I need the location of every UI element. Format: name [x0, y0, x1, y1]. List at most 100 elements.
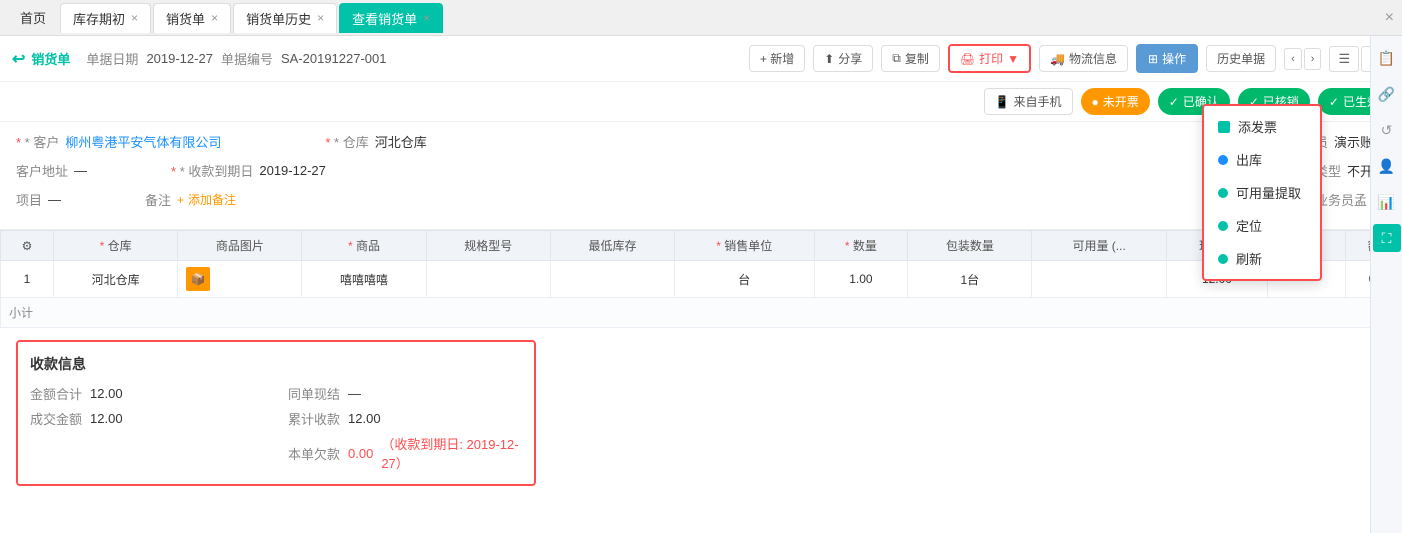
- add-note-button[interactable]: + 添加备注: [177, 191, 236, 208]
- share-label: 分享: [838, 50, 862, 67]
- tab-sales-history-label: 销货单历史: [246, 9, 311, 28]
- table-container: ⚙ 仓库 商品图片 商品 规格型号 最低库存 销售单位 数量 包装数量 可用量 …: [0, 229, 1402, 328]
- owed-row: 本单欠款 0.00 （收款到期日: 2019-12-27）: [288, 434, 522, 472]
- address-field: 客户地址 —: [16, 161, 87, 180]
- dropdown-locate[interactable]: 定位: [1204, 209, 1320, 242]
- outbound-label: 出库: [1236, 150, 1262, 169]
- mobile-status[interactable]: 📱 来自手机: [984, 88, 1073, 115]
- sidebar-icon-expand[interactable]: ⛶: [1373, 224, 1401, 252]
- print-button[interactable]: 🖨 打印 ▼: [948, 44, 1031, 73]
- print-label: 打印: [979, 50, 1003, 67]
- tab-inventory[interactable]: 库存期初 ×: [60, 3, 151, 33]
- row-warehouse: 河北仓库: [54, 261, 178, 298]
- tab-view-sales[interactable]: 查看销货单 ×: [339, 3, 443, 33]
- outbound-icon: [1218, 155, 1228, 165]
- new-button[interactable]: + 新增: [749, 45, 805, 72]
- date-label: 单据日期: [86, 49, 138, 68]
- refresh-label: 刷新: [1236, 249, 1262, 268]
- row-unit: 台: [675, 261, 815, 298]
- project-label: 项目: [16, 190, 42, 209]
- dropdown-add-invoice[interactable]: 添发票: [1204, 110, 1320, 143]
- logistics-icon: 🚚: [1050, 52, 1065, 66]
- row-pkg-qty: 1台: [908, 261, 1032, 298]
- dropdown-available[interactable]: 可用量提取: [1204, 176, 1320, 209]
- share-icon: ⬆: [824, 52, 834, 66]
- logistics-button[interactable]: 🚚 物流信息: [1039, 45, 1128, 72]
- add-invoice-icon: [1218, 121, 1230, 133]
- owed-note: （收款到期日: 2019-12-27）: [381, 434, 522, 472]
- transaction-row: 成交金额 12.00: [30, 409, 264, 428]
- transaction-value: 12.00: [90, 411, 123, 426]
- warehouse-label: * 仓库: [325, 132, 368, 151]
- not-open-status[interactable]: ● 未开票: [1081, 88, 1150, 115]
- share-button[interactable]: ⬆ 分享: [813, 45, 873, 72]
- ops-button[interactable]: ⊞ 操作: [1136, 44, 1198, 73]
- table-row: 1 河北仓库 📦 嘻嘻嘻嘻 台 1.00 1台 12.00: [1, 261, 1402, 298]
- row-product: 嘻嘻嘻嘻: [302, 261, 426, 298]
- row-index: 1: [1, 261, 54, 298]
- doc-title-area: ↩ 销货单: [12, 49, 70, 69]
- payment-grid: 金额合计 12.00 同单现结 — 成交金额 12.00 累计收款 12.00 …: [30, 384, 522, 472]
- dropdown-outbound[interactable]: 出库: [1204, 143, 1320, 176]
- history-button[interactable]: 历史单据: [1206, 45, 1276, 72]
- col-spec: 规格型号: [426, 231, 550, 261]
- nav-arrows: ‹ ›: [1284, 48, 1321, 70]
- form-row-2: 客户地址 — * 收款到期日 2019-12-27 * 票据类型 不开票: [16, 161, 1386, 180]
- customer-label: * 客户: [16, 132, 59, 151]
- customer-value[interactable]: 柳州粤港平安气体有限公司: [65, 132, 221, 151]
- row-qty: 1.00: [814, 261, 908, 298]
- warehouse-field: * 仓库 河北仓库: [325, 132, 426, 151]
- sidebar-icon-4[interactable]: 👤: [1373, 152, 1401, 180]
- payment-title: 收款信息: [30, 354, 522, 374]
- product-table: ⚙ 仓库 商品图片 商品 规格型号 最低库存 销售单位 数量 包装数量 可用量 …: [0, 230, 1402, 328]
- doc-actions: + 新增 ⬆ 分享 ⧉ 复制 🖨 打印 ▼ 🚚 物流信息 ⊞ 操作: [749, 44, 1390, 73]
- available-icon: [1218, 188, 1228, 198]
- tab-sales-history[interactable]: 销货单历史 ×: [233, 3, 337, 33]
- ops-grid-icon: ⊞: [1148, 52, 1158, 66]
- subtotal-label: 小计: [1, 298, 1402, 328]
- payment-date-field: * 收款到期日 2019-12-27: [171, 161, 326, 180]
- form-row-1: * 客户 柳州粤港平安气体有限公司 * 仓库 河北仓库 业务员 演示账号: [16, 132, 1386, 151]
- window-close-icon[interactable]: ×: [1385, 9, 1394, 27]
- tab-view-sales-close[interactable]: ×: [423, 11, 430, 25]
- product-thumbnail: 📦: [186, 267, 210, 291]
- same-order-row: 同单现结 —: [288, 384, 522, 403]
- payment-date-label: * 收款到期日: [171, 161, 253, 180]
- prev-button[interactable]: ‹: [1284, 48, 1302, 70]
- list-view-button[interactable]: ☰: [1329, 46, 1359, 72]
- sidebar-icon-1[interactable]: 📋: [1373, 44, 1401, 72]
- doc-no-value: SA-20191227-001: [281, 51, 387, 66]
- col-image: 商品图片: [178, 231, 302, 261]
- sidebar-icon-2[interactable]: 🔗: [1373, 80, 1401, 108]
- tab-sales-close[interactable]: ×: [211, 11, 218, 25]
- copy-label: 复制: [905, 50, 929, 67]
- dropdown-refresh[interactable]: 刷新: [1204, 242, 1320, 275]
- col-qty: 数量: [814, 231, 908, 261]
- not-open-label: 未开票: [1103, 93, 1139, 110]
- owed-label: 本单欠款: [288, 444, 340, 463]
- next-button[interactable]: ›: [1304, 48, 1322, 70]
- amount-label: 金额合计: [30, 384, 82, 403]
- cumulative-row: 累计收款 12.00: [288, 409, 522, 428]
- mobile-label: 来自手机: [1013, 93, 1061, 110]
- form-area: * 客户 柳州粤港平安气体有限公司 * 仓库 河北仓库 业务员 演示账号 客户地…: [0, 122, 1402, 229]
- sidebar-icon-3[interactable]: ↺: [1373, 116, 1401, 144]
- doc-header: ↩ 销货单 单据日期 2019-12-27 单据编号 SA-20191227-0…: [0, 36, 1402, 82]
- tab-inventory-close[interactable]: ×: [131, 11, 138, 25]
- tab-view-sales-label: 查看销货单: [352, 9, 417, 28]
- col-unit: 销售单位: [675, 231, 815, 261]
- sidebar-icon-5[interactable]: 📊: [1373, 188, 1401, 216]
- copy-icon: ⧉: [892, 51, 901, 66]
- col-gear[interactable]: ⚙: [1, 231, 54, 261]
- copy-button[interactable]: ⧉ 复制: [881, 45, 940, 72]
- row-spec: [426, 261, 550, 298]
- same-order-label: 同单现结: [288, 384, 340, 403]
- project-field: 项目 —: [16, 190, 61, 209]
- tab-home[interactable]: 首页: [8, 2, 58, 33]
- locate-label: 定位: [1236, 216, 1262, 235]
- locate-icon: [1218, 221, 1228, 231]
- payment-date-value: 2019-12-27: [259, 163, 326, 178]
- tab-sales[interactable]: 销货单 ×: [153, 3, 231, 33]
- tab-sales-history-close[interactable]: ×: [317, 11, 324, 25]
- customer-field: * 客户 柳州粤港平安气体有限公司: [16, 132, 221, 151]
